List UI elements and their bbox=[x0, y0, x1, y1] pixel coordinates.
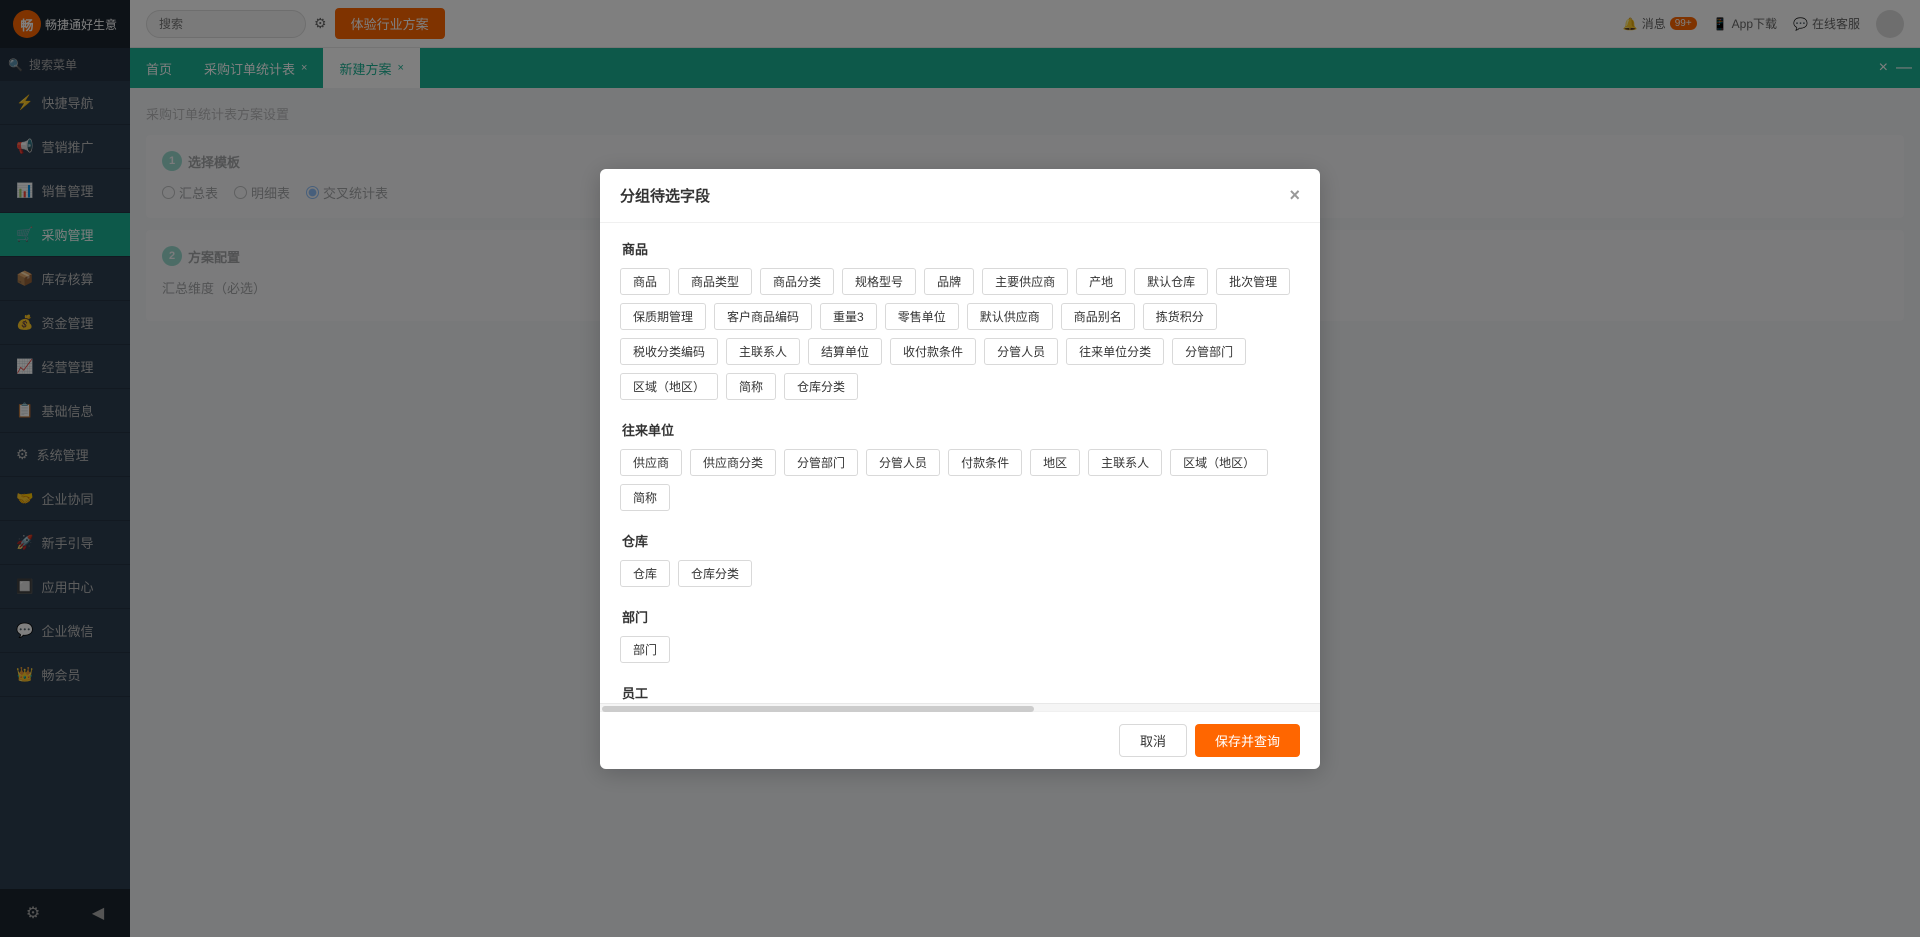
tag-product-23[interactable]: 区域（地区） bbox=[620, 373, 718, 400]
tag-product-21[interactable]: 往来单位分类 bbox=[1066, 338, 1164, 365]
tag-product-10[interactable]: 客户商品编码 bbox=[714, 303, 812, 330]
dialog-title: 分组待选字段 bbox=[620, 185, 710, 206]
section-department-tags: 部门 bbox=[620, 636, 1300, 663]
tag-department-0[interactable]: 部门 bbox=[620, 636, 670, 663]
tag-counterparty-1[interactable]: 供应商分类 bbox=[690, 449, 776, 476]
tag-product-3[interactable]: 规格型号 bbox=[842, 268, 916, 295]
hscroll-thumb[interactable] bbox=[602, 706, 1034, 712]
section-product-title: 商品 bbox=[620, 239, 1300, 258]
tag-counterparty-2[interactable]: 分管部门 bbox=[784, 449, 858, 476]
tag-product-18[interactable]: 结算单位 bbox=[808, 338, 882, 365]
section-employee: 员工 业务员 bbox=[620, 683, 1300, 703]
tag-product-13[interactable]: 默认供应商 bbox=[967, 303, 1053, 330]
confirm-button[interactable]: 保存并查询 bbox=[1195, 724, 1300, 757]
tag-counterparty-3[interactable]: 分管人员 bbox=[866, 449, 940, 476]
tag-counterparty-6[interactable]: 主联系人 bbox=[1088, 449, 1162, 476]
section-counterparty-tags: 供应商 供应商分类 分管部门 分管人员 付款条件 地区 主联系人 区域（地区） … bbox=[620, 449, 1300, 511]
tag-product-25[interactable]: 仓库分类 bbox=[784, 373, 858, 400]
tag-product-6[interactable]: 产地 bbox=[1076, 268, 1126, 295]
section-warehouse-title: 仓库 bbox=[620, 531, 1300, 550]
section-counterparty: 往来单位 供应商 供应商分类 分管部门 分管人员 付款条件 地区 主联系人 区域… bbox=[620, 420, 1300, 511]
dialog-body: 商品 商品 商品类型 商品分类 规格型号 品牌 主要供应商 产地 默认仓库 批次… bbox=[600, 223, 1320, 703]
section-employee-title: 员工 bbox=[620, 683, 1300, 702]
tag-product-4[interactable]: 品牌 bbox=[924, 268, 974, 295]
tag-product-9[interactable]: 保质期管理 bbox=[620, 303, 706, 330]
tag-warehouse-1[interactable]: 仓库分类 bbox=[678, 560, 752, 587]
dialog-footer: 取消 保存并查询 bbox=[600, 711, 1320, 769]
tag-product-15[interactable]: 拣货积分 bbox=[1143, 303, 1217, 330]
tag-product-12[interactable]: 零售单位 bbox=[885, 303, 959, 330]
tag-product-20[interactable]: 分管人员 bbox=[984, 338, 1058, 365]
section-warehouse: 仓库 仓库 仓库分类 bbox=[620, 531, 1300, 587]
dialog-header: 分组待选字段 × bbox=[600, 169, 1320, 223]
overlay: 分组待选字段 × 商品 商品 商品类型 商品分类 规格型号 品牌 主要供应商 产… bbox=[0, 0, 1920, 937]
section-product: 商品 商品 商品类型 商品分类 规格型号 品牌 主要供应商 产地 默认仓库 批次… bbox=[620, 239, 1300, 400]
tag-product-16[interactable]: 税收分类编码 bbox=[620, 338, 718, 365]
section-product-tags: 商品 商品类型 商品分类 规格型号 品牌 主要供应商 产地 默认仓库 批次管理 … bbox=[620, 268, 1300, 400]
tag-product-7[interactable]: 默认仓库 bbox=[1134, 268, 1208, 295]
tag-product-2[interactable]: 商品分类 bbox=[760, 268, 834, 295]
tag-product-19[interactable]: 收付款条件 bbox=[890, 338, 976, 365]
tag-product-17[interactable]: 主联系人 bbox=[726, 338, 800, 365]
tag-product-8[interactable]: 批次管理 bbox=[1216, 268, 1290, 295]
section-department-title: 部门 bbox=[620, 607, 1300, 626]
tag-counterparty-5[interactable]: 地区 bbox=[1030, 449, 1080, 476]
tag-counterparty-7[interactable]: 区域（地区） bbox=[1170, 449, 1268, 476]
dialog: 分组待选字段 × 商品 商品 商品类型 商品分类 规格型号 品牌 主要供应商 产… bbox=[600, 169, 1320, 769]
tag-counterparty-4[interactable]: 付款条件 bbox=[948, 449, 1022, 476]
tag-counterparty-0[interactable]: 供应商 bbox=[620, 449, 682, 476]
section-department: 部门 部门 bbox=[620, 607, 1300, 663]
tag-warehouse-0[interactable]: 仓库 bbox=[620, 560, 670, 587]
dialog-close-icon[interactable]: × bbox=[1289, 186, 1300, 204]
dialog-hscroll bbox=[600, 703, 1320, 711]
tag-counterparty-8[interactable]: 简称 bbox=[620, 484, 670, 511]
cancel-button[interactable]: 取消 bbox=[1119, 724, 1187, 757]
tag-product-11[interactable]: 重量3 bbox=[820, 303, 877, 330]
section-counterparty-title: 往来单位 bbox=[620, 420, 1300, 439]
tag-product-22[interactable]: 分管部门 bbox=[1172, 338, 1246, 365]
tag-product-24[interactable]: 简称 bbox=[726, 373, 776, 400]
tag-product-0[interactable]: 商品 bbox=[620, 268, 670, 295]
tag-product-1[interactable]: 商品类型 bbox=[678, 268, 752, 295]
tag-product-5[interactable]: 主要供应商 bbox=[982, 268, 1068, 295]
tag-product-14[interactable]: 商品别名 bbox=[1061, 303, 1135, 330]
section-warehouse-tags: 仓库 仓库分类 bbox=[620, 560, 1300, 587]
